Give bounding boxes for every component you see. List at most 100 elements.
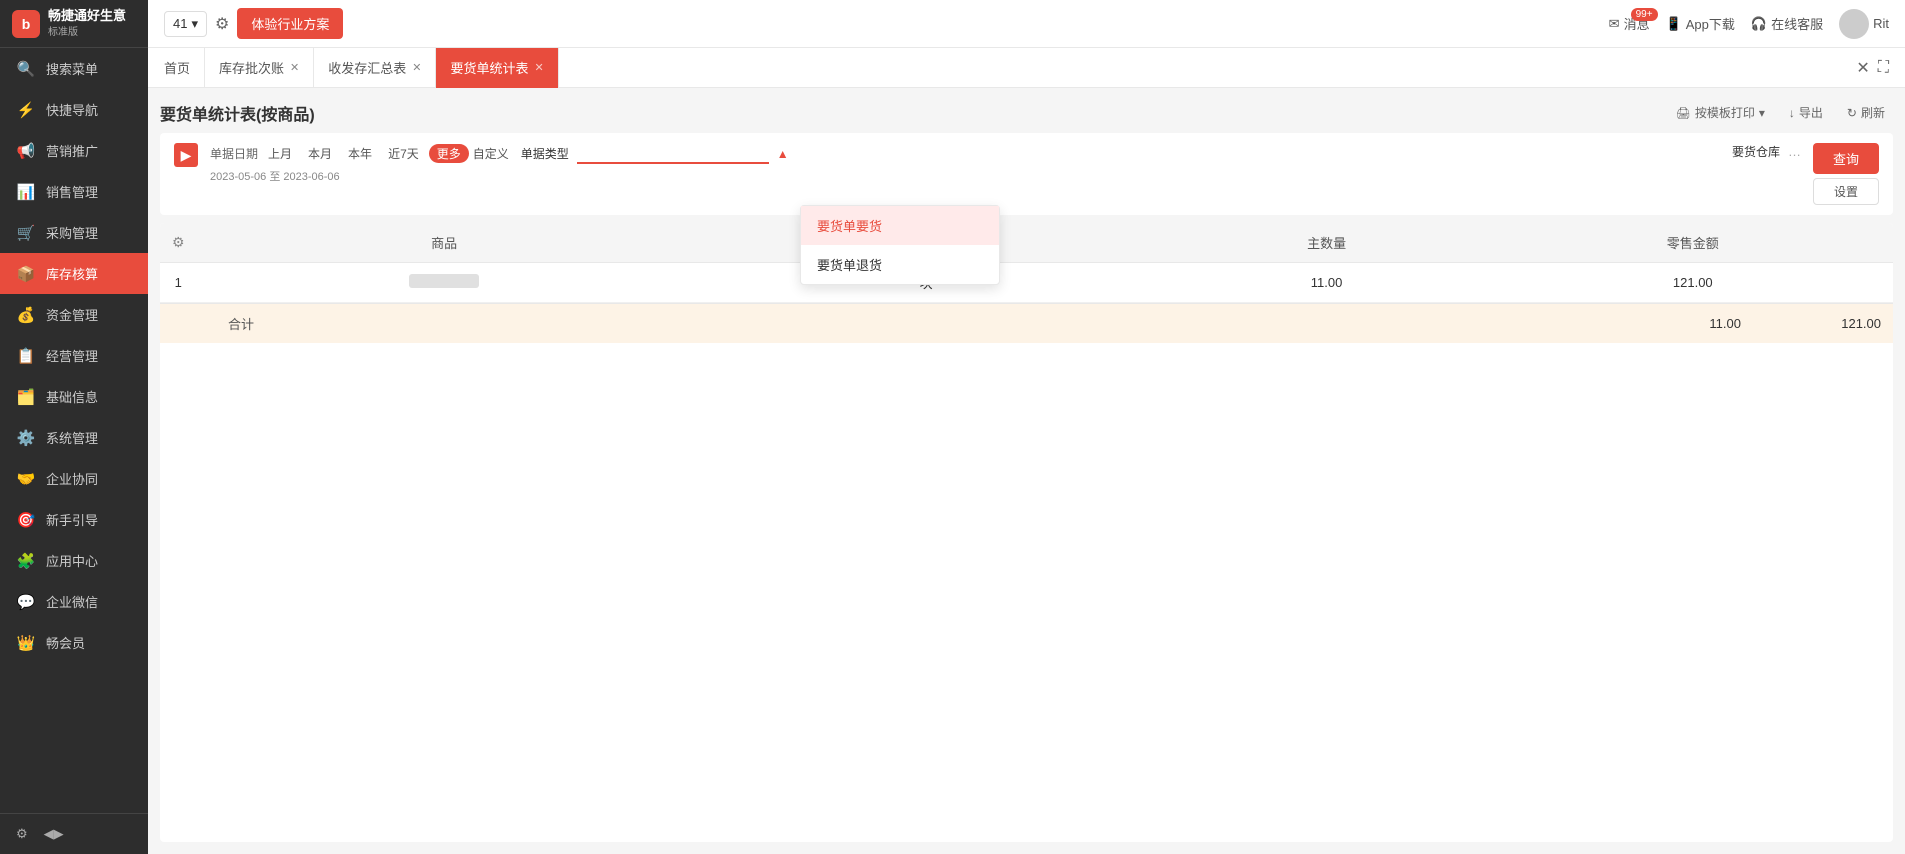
tabs-more-btn[interactable]: ⛶ bbox=[1878, 59, 1889, 77]
tab-label-order-stats: 要货单统计表 bbox=[450, 58, 528, 77]
purchase-label: 采购管理 bbox=[46, 223, 98, 242]
last-7days-btn[interactable]: 近7天 bbox=[382, 143, 425, 164]
tab-close-inventory-batch[interactable]: ✕ bbox=[290, 61, 299, 74]
footer-amount: 121.00 bbox=[1761, 316, 1881, 331]
appcenter-icon: 🧩 bbox=[16, 552, 36, 570]
table-head: ⚙ 商品 主计量单位 主数量 零售金额 bbox=[160, 223, 1893, 263]
operations-label: 经营管理 bbox=[46, 346, 98, 365]
user-avatar[interactable]: Rit bbox=[1839, 9, 1889, 39]
sidebar-item-finance[interactable]: 💰资金管理 bbox=[0, 294, 148, 335]
tab-inventory-batch[interactable]: 库存批次账✕ bbox=[205, 48, 314, 88]
warehouse-more-icon[interactable]: … bbox=[1788, 144, 1801, 159]
sidebar-item-sales[interactable]: 📊销售管理 bbox=[0, 171, 148, 212]
topbar: 41 ▾ ⚙ 体验行业方案 ✉ 消息 99+ 📱 App下载 🎧 在线客服 R bbox=[148, 0, 1905, 48]
type-input[interactable] bbox=[577, 143, 769, 164]
tabs-bar: 首页库存批次账✕ 收发存汇总表 ✕ 要货单统计表 ✕ ✕ ⛶ bbox=[148, 48, 1905, 88]
sidebar-item-guide[interactable]: 🎯新手引导 bbox=[0, 499, 148, 540]
type-dropdown-arrow[interactable]: ▲ bbox=[777, 147, 789, 161]
page-actions: 🖨 按模板打印 ▾ ↓ 导出 ↻ 刷新 bbox=[1668, 100, 1893, 125]
print-icon: 🖨 bbox=[1676, 106, 1691, 120]
dropdown-item-return[interactable]: 要货单退货 bbox=[801, 245, 999, 284]
last-month-btn[interactable]: 上月 bbox=[262, 143, 298, 164]
tab-home[interactable]: 首页 bbox=[164, 48, 205, 88]
member-icon: 👑 bbox=[16, 634, 36, 652]
export-label: 导出 bbox=[1799, 104, 1823, 121]
sidebar-item-inventory[interactable]: 📦库存核算 bbox=[0, 253, 148, 294]
sidebar: b 畅捷通好生意 标准版 🔍搜索菜单⚡快捷导航📢营销推广📊销售管理🛒采购管理📦库… bbox=[0, 0, 148, 854]
close-all-btn[interactable]: ✕ bbox=[1856, 58, 1869, 78]
col-product-header: 商品 bbox=[197, 223, 692, 263]
sidebar-item-search[interactable]: 🔍搜索菜单 bbox=[0, 48, 148, 89]
marketing-icon: 📢 bbox=[16, 142, 36, 160]
trial-btn[interactable]: 体验行业方案 bbox=[237, 8, 343, 39]
inventory-label: 库存核算 bbox=[46, 264, 98, 283]
more-btn[interactable]: 更多 bbox=[429, 144, 469, 163]
collab-icon: 🤝 bbox=[16, 470, 36, 488]
col-qty-header: 主数量 bbox=[1161, 223, 1493, 263]
online-service-item[interactable]: 🎧 在线客服 bbox=[1751, 14, 1823, 33]
tab-label-home: 首页 bbox=[164, 58, 190, 77]
row-index: 1 bbox=[160, 263, 197, 303]
search-label: 搜索菜单 bbox=[46, 59, 98, 78]
sidebar-item-collab[interactable]: 🤝企业协同 bbox=[0, 458, 148, 499]
main-area: 41 ▾ ⚙ 体验行业方案 ✉ 消息 99+ 📱 App下载 🎧 在线客服 R bbox=[148, 0, 1905, 854]
wechat-label: 企业微信 bbox=[46, 592, 98, 611]
sidebar-item-member[interactable]: 👑畅会员 bbox=[0, 622, 148, 663]
page-title: 要货单统计表(按商品) bbox=[160, 101, 315, 125]
wechat-icon: 💬 bbox=[16, 593, 36, 611]
sidebar-collapse-btn[interactable]: ◀▶ bbox=[44, 826, 64, 842]
this-month-btn[interactable]: 本月 bbox=[302, 143, 338, 164]
app-download-label: App下载 bbox=[1686, 14, 1735, 33]
sidebar-item-appcenter[interactable]: 🧩 应用中心 bbox=[0, 540, 148, 581]
filter-expand-btn[interactable]: ▶ bbox=[174, 143, 198, 167]
date-filter-group: 单据日期 上月 本月 本年 近7天 更多 自定义 2023-05-06 至 20… bbox=[210, 143, 509, 184]
tab-recv-summary[interactable]: 收发存汇总表 ✕ bbox=[314, 48, 436, 88]
print-label: 按模板打印 bbox=[1695, 104, 1755, 121]
table-header-row: ⚙ 商品 主计量单位 主数量 零售金额 bbox=[160, 223, 1893, 263]
footer-label: 合计 bbox=[228, 314, 254, 333]
sidebar-item-purchase[interactable]: 🛒采购管理 bbox=[0, 212, 148, 253]
dropdown-item-order[interactable]: 要货单要货 bbox=[801, 206, 999, 245]
sidebar-item-quicknav[interactable]: ⚡快捷导航 bbox=[0, 89, 148, 130]
row-amount: 121.00 bbox=[1493, 263, 1893, 303]
sidebar-item-basic[interactable]: 🗂️基础信息 bbox=[0, 376, 148, 417]
sidebar-item-operations[interactable]: 📋经营管理 bbox=[0, 335, 148, 376]
sidebar-logo: b 畅捷通好生意 标准版 bbox=[0, 0, 148, 48]
tab-close-recv-summary[interactable]: ✕ bbox=[412, 61, 421, 74]
data-table: ⚙ 商品 主计量单位 主数量 零售金额 1 块 11.00 121.00 bbox=[160, 223, 1893, 303]
company-name: 41 bbox=[173, 16, 187, 31]
topbar-settings-icon[interactable]: ⚙ bbox=[215, 14, 229, 34]
messages-item[interactable]: ✉ 消息 99+ bbox=[1609, 14, 1650, 33]
sidebar-item-system[interactable]: ⚙️系统管理 bbox=[0, 417, 148, 458]
appcenter-label: 应用中心 bbox=[46, 551, 98, 570]
basic-label: 基础信息 bbox=[46, 387, 98, 406]
table-settings-icon[interactable]: ⚙ bbox=[172, 234, 185, 250]
tab-close-order-stats[interactable]: ✕ bbox=[535, 61, 544, 74]
type-filter-group: 单据类型 ▲ bbox=[521, 143, 1720, 164]
print-btn[interactable]: 🖨 按模板打印 ▾ bbox=[1668, 100, 1773, 125]
table-wrapper: ⚙ 商品 主计量单位 主数量 零售金额 1 块 11.00 121.00 bbox=[160, 223, 1893, 842]
sidebar-item-wechat[interactable]: 💬 企业微信 bbox=[0, 581, 148, 622]
sidebar-item-marketing[interactable]: 📢营销推广 bbox=[0, 130, 148, 171]
quicknav-icon: ⚡ bbox=[16, 101, 36, 119]
company-selector[interactable]: 41 ▾ bbox=[164, 11, 207, 37]
refresh-btn[interactable]: ↻ 刷新 bbox=[1839, 100, 1893, 125]
export-btn[interactable]: ↓ 导出 bbox=[1781, 100, 1831, 125]
tab-label-recv-summary: 收发存汇总表 bbox=[328, 58, 406, 77]
app-download-icon: 📱 bbox=[1666, 16, 1682, 32]
custom-date-btn[interactable]: 自定义 bbox=[473, 145, 509, 162]
finance-icon: 💰 bbox=[16, 306, 36, 324]
sidebar-nav: 🔍搜索菜单⚡快捷导航📢营销推广📊销售管理🛒采购管理📦库存核算💰资金管理📋经营管理… bbox=[0, 48, 148, 813]
col-settings-header: ⚙ bbox=[160, 223, 197, 263]
app-download-item[interactable]: 📱 App下载 bbox=[1666, 14, 1735, 33]
sidebar-settings-btn[interactable]: ⚙ bbox=[16, 826, 28, 842]
footer-qty: 11.00 bbox=[1621, 316, 1741, 331]
tab-order-stats[interactable]: 要货单统计表 ✕ bbox=[436, 48, 558, 88]
filter-settings-btn[interactable]: 设置 bbox=[1813, 178, 1879, 205]
username: Rit bbox=[1873, 16, 1889, 31]
warehouse-filter-group: 要货仓库 … bbox=[1732, 143, 1801, 160]
message-icon: ✉ bbox=[1609, 16, 1620, 32]
query-btn[interactable]: 查询 bbox=[1813, 143, 1879, 174]
table-body: 1 块 11.00 121.00 bbox=[160, 263, 1893, 303]
this-year-btn[interactable]: 本年 bbox=[342, 143, 378, 164]
